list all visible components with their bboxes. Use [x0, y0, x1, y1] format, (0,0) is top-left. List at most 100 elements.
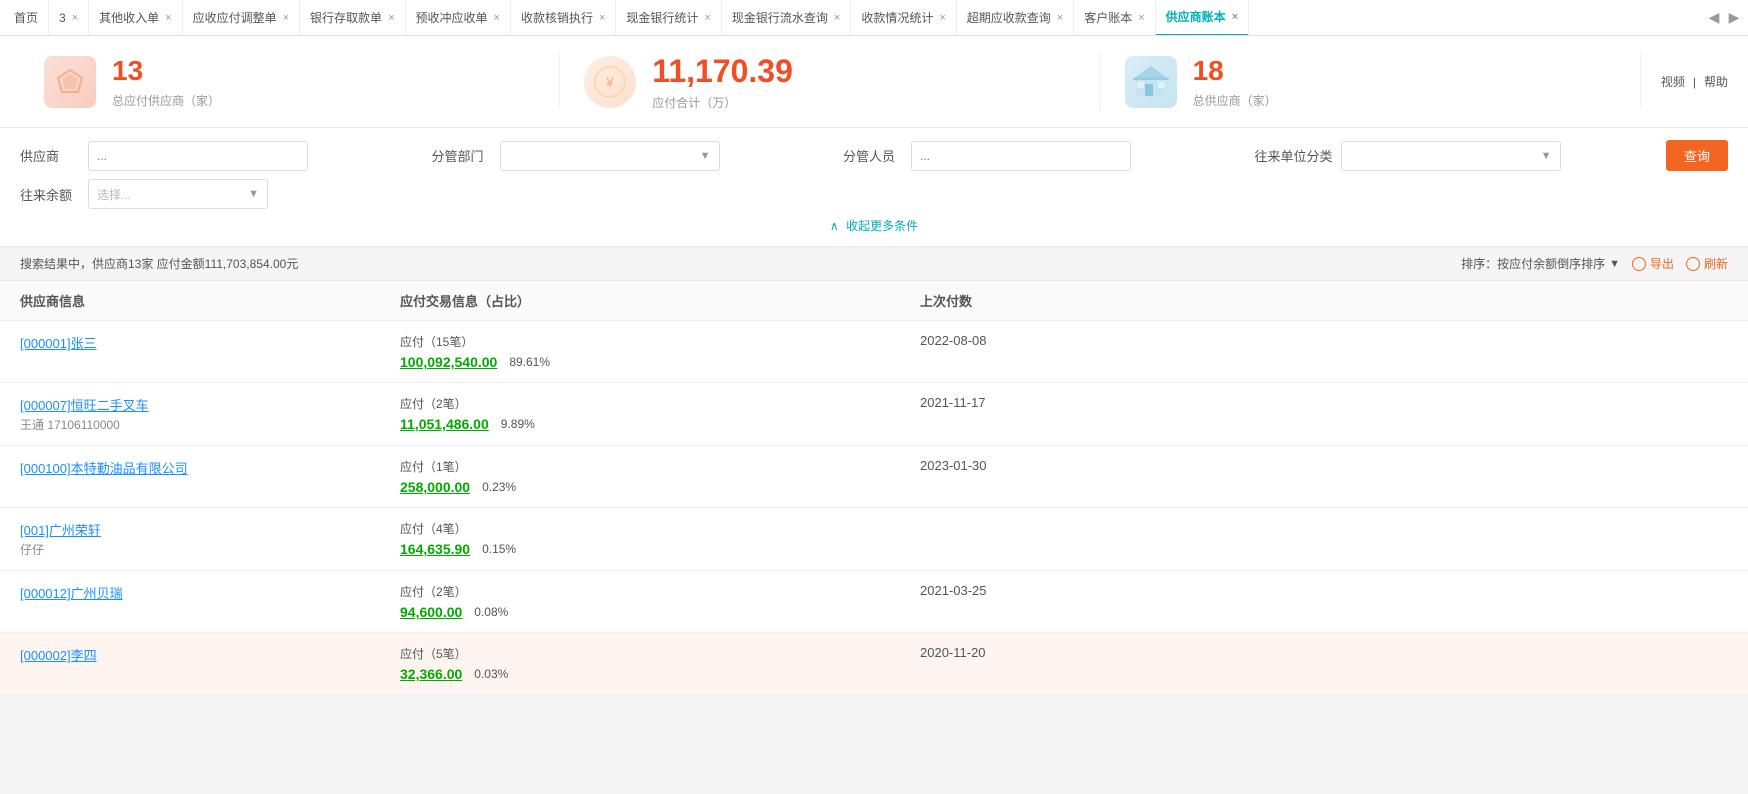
- table-body: [000001]张三应付（15笔）100,092,540.0089.61%202…: [0, 321, 1748, 695]
- nav-tab-tab3[interactable]: 3×: [49, 0, 89, 36]
- nav-tab-collect-stat[interactable]: 收款情况统计×: [851, 0, 956, 36]
- col-header-supplier: 供应商信息: [20, 291, 400, 310]
- category-select[interactable]: ▼: [1341, 141, 1561, 171]
- sort-select[interactable]: 排序：按应付余额倒序排序 ▼: [1461, 255, 1620, 272]
- supplier-label: 供应商: [20, 146, 80, 165]
- close-tab-bank-deposit[interactable]: ×: [388, 12, 394, 24]
- dept-select[interactable]: ▼: [500, 141, 720, 171]
- tx-percent-1: 9.89%: [501, 417, 535, 431]
- table-row: [000012]广州贝瑞应付（2笔）94,600.000.08%2021-03-…: [0, 571, 1748, 633]
- filter-row-1: 供应商 分管部门 ▼ 分管人员 往来单位分类 ▼ 查询: [20, 140, 1728, 171]
- nav-tab-home[interactable]: 首页: [4, 0, 49, 36]
- supplier-link-1[interactable]: [000007]恒旺二手叉车: [20, 398, 149, 413]
- supplier-info-5: [000002]李四: [20, 645, 400, 664]
- tx-title-2: 应付（1笔）: [400, 458, 920, 475]
- nav-tab-supplier-book[interactable]: 供应商账本×: [1156, 0, 1249, 36]
- nav-tab-bank-deposit[interactable]: 银行存取款单×: [300, 0, 405, 36]
- nav-tab-cash-stat[interactable]: 现金银行统计×: [616, 0, 721, 36]
- close-tab-collect-stat[interactable]: ×: [939, 12, 945, 24]
- tx-title-5: 应付（5笔）: [400, 645, 920, 662]
- summary-label-3: 总供应商（家）: [1193, 92, 1277, 109]
- collapse-icon: ∧: [830, 219, 839, 233]
- tx-title-1: 应付（2笔）: [400, 395, 920, 412]
- nav-arrow-right[interactable]: ▶: [1724, 0, 1744, 36]
- supplier-link-0[interactable]: [000001]张三: [20, 336, 97, 351]
- close-tab-overdue[interactable]: ×: [1057, 12, 1063, 24]
- supplier-sub-3: 仔仔: [20, 541, 400, 558]
- collapse-bar[interactable]: ∧ 收起更多条件: [830, 215, 918, 237]
- summary-number-1: 13: [112, 54, 220, 88]
- export-button[interactable]: 导出: [1632, 255, 1674, 272]
- last-payment-date-0: 2022-08-08: [920, 333, 987, 348]
- results-bar: 搜索结果中，供应商13家 应付金额111,703,854.00元 排序：按应付余…: [0, 247, 1748, 281]
- results-right: 排序：按应付余额倒序排序 ▼ 导出 刷新: [1461, 255, 1728, 272]
- transaction-info-1: 应付（2笔） 11,051,486.00 9.89%: [400, 395, 920, 432]
- close-tab-tab3[interactable]: ×: [72, 12, 78, 24]
- summary-text-2: 11,170.39 应付合计（万）: [652, 52, 793, 111]
- close-tab-cash-flow[interactable]: ×: [834, 12, 840, 24]
- tx-percent-4: 0.08%: [474, 605, 508, 619]
- results-summary-text: 搜索结果中，供应商13家 应付金额111,703,854.00元: [20, 255, 298, 272]
- supplier-link-2[interactable]: [000100]本特勤油品有限公司: [20, 461, 188, 476]
- tx-title-0: 应付（15笔）: [400, 333, 920, 350]
- supplier-input[interactable]: [88, 141, 308, 171]
- video-link[interactable]: 视频: [1661, 73, 1685, 90]
- last-payment-date-4: 2021-03-25: [920, 583, 987, 598]
- close-tab-other-income[interactable]: ×: [165, 12, 171, 24]
- top-right-links: 视频 | 帮助: [1641, 73, 1728, 90]
- supplier-link-3[interactable]: [001]广州荣轩: [20, 523, 101, 538]
- close-tab-pre-receive[interactable]: ×: [494, 12, 500, 24]
- table-row: [000007]恒旺二手叉车王通 17106110000应付（2笔） 11,051…: [0, 383, 1748, 446]
- nav-tab-adjustment[interactable]: 应收应付调整单×: [183, 0, 300, 36]
- nav-arrow-left[interactable]: ◀: [1704, 0, 1724, 36]
- sort-arrow-icon: ▼: [1609, 258, 1620, 270]
- tx-amount-4[interactable]: 94,600.00: [400, 604, 462, 620]
- close-tab-collection[interactable]: ×: [599, 12, 605, 24]
- nav-tab-collection[interactable]: 收款核销执行×: [511, 0, 616, 36]
- supplier-info-1: [000007]恒旺二手叉车王通 17106110000: [20, 395, 400, 433]
- balance-select[interactable]: 选择... ▼: [88, 179, 268, 209]
- tx-amount-5[interactable]: 32,366.00: [400, 666, 462, 682]
- balance-select-value: 选择...: [97, 186, 131, 203]
- last-payment-date-2: 2023-01-30: [920, 458, 987, 473]
- close-tab-adjustment[interactable]: ×: [283, 12, 289, 24]
- export-label: 导出: [1650, 255, 1674, 272]
- close-tab-cash-stat[interactable]: ×: [704, 12, 710, 24]
- table-area: 供应商信息 应付交易信息（占比） 上次付数 [000001]张三应付（15笔）1…: [0, 281, 1748, 695]
- nav-tab-pre-receive[interactable]: 预收冲应收单×: [406, 0, 511, 36]
- transaction-info-2: 应付（1笔） 258,000.00 0.23%: [400, 458, 920, 495]
- query-button[interactable]: 查询: [1666, 140, 1728, 171]
- top-navigation: 首页3×其他收入单×应收应付调整单×银行存取款单×预收冲应收单×收款核销执行×现…: [0, 0, 1748, 36]
- summary-label-1: 总应付供应商（家）: [112, 92, 220, 109]
- refresh-button[interactable]: 刷新: [1686, 255, 1728, 272]
- nav-tab-cash-flow[interactable]: 现金银行流水查询×: [722, 0, 851, 36]
- summary-number-2: 11,170.39: [652, 52, 793, 90]
- filter-item-category: 往来单位分类 ▼: [1255, 141, 1651, 171]
- filter-item-dept: 分管部门 ▼: [432, 141, 828, 171]
- close-tab-supplier-book[interactable]: ×: [1232, 11, 1238, 23]
- balance-arrow-icon: ▼: [248, 188, 259, 200]
- supplier-link-5[interactable]: [000002]李四: [20, 648, 97, 663]
- person-input[interactable]: [911, 141, 1131, 171]
- tx-percent-2: 0.23%: [482, 480, 516, 494]
- supplier-link-4[interactable]: [000012]广州贝瑞: [20, 586, 123, 601]
- nav-tab-overdue[interactable]: 超期应收款查询×: [957, 0, 1074, 36]
- transaction-info-4: 应付（2笔）94,600.000.08%: [400, 583, 920, 620]
- tx-amount-1[interactable]: 11,051,486.00: [400, 416, 489, 432]
- transaction-info-5: 应付（5笔）32,366.000.03%: [400, 645, 920, 682]
- refresh-label: 刷新: [1704, 255, 1728, 272]
- table-row: [000001]张三应付（15笔）100,092,540.0089.61%202…: [0, 321, 1748, 383]
- help-link[interactable]: 帮助: [1704, 73, 1728, 90]
- tx-amount-2[interactable]: 258,000.00: [400, 479, 470, 495]
- tx-amount-0[interactable]: 100,092,540.00: [400, 354, 497, 370]
- nav-tab-customer-book[interactable]: 客户账本×: [1074, 0, 1155, 36]
- summary-card-2: ¥ 11,170.39 应付合计（万）: [560, 52, 1100, 111]
- tx-amount-3[interactable]: 164,635.90: [400, 541, 470, 557]
- last-payment-1: 2021-11-17: [920, 395, 1728, 410]
- nav-tab-other-income[interactable]: 其他收入单×: [89, 0, 182, 36]
- last-payment-date-1: 2021-11-17: [920, 395, 986, 410]
- close-tab-customer-book[interactable]: ×: [1138, 12, 1144, 24]
- export-circle-icon: [1632, 257, 1646, 271]
- summary-label-2: 应付合计（万）: [652, 94, 793, 111]
- collapse-label: 收起更多条件: [846, 219, 918, 233]
